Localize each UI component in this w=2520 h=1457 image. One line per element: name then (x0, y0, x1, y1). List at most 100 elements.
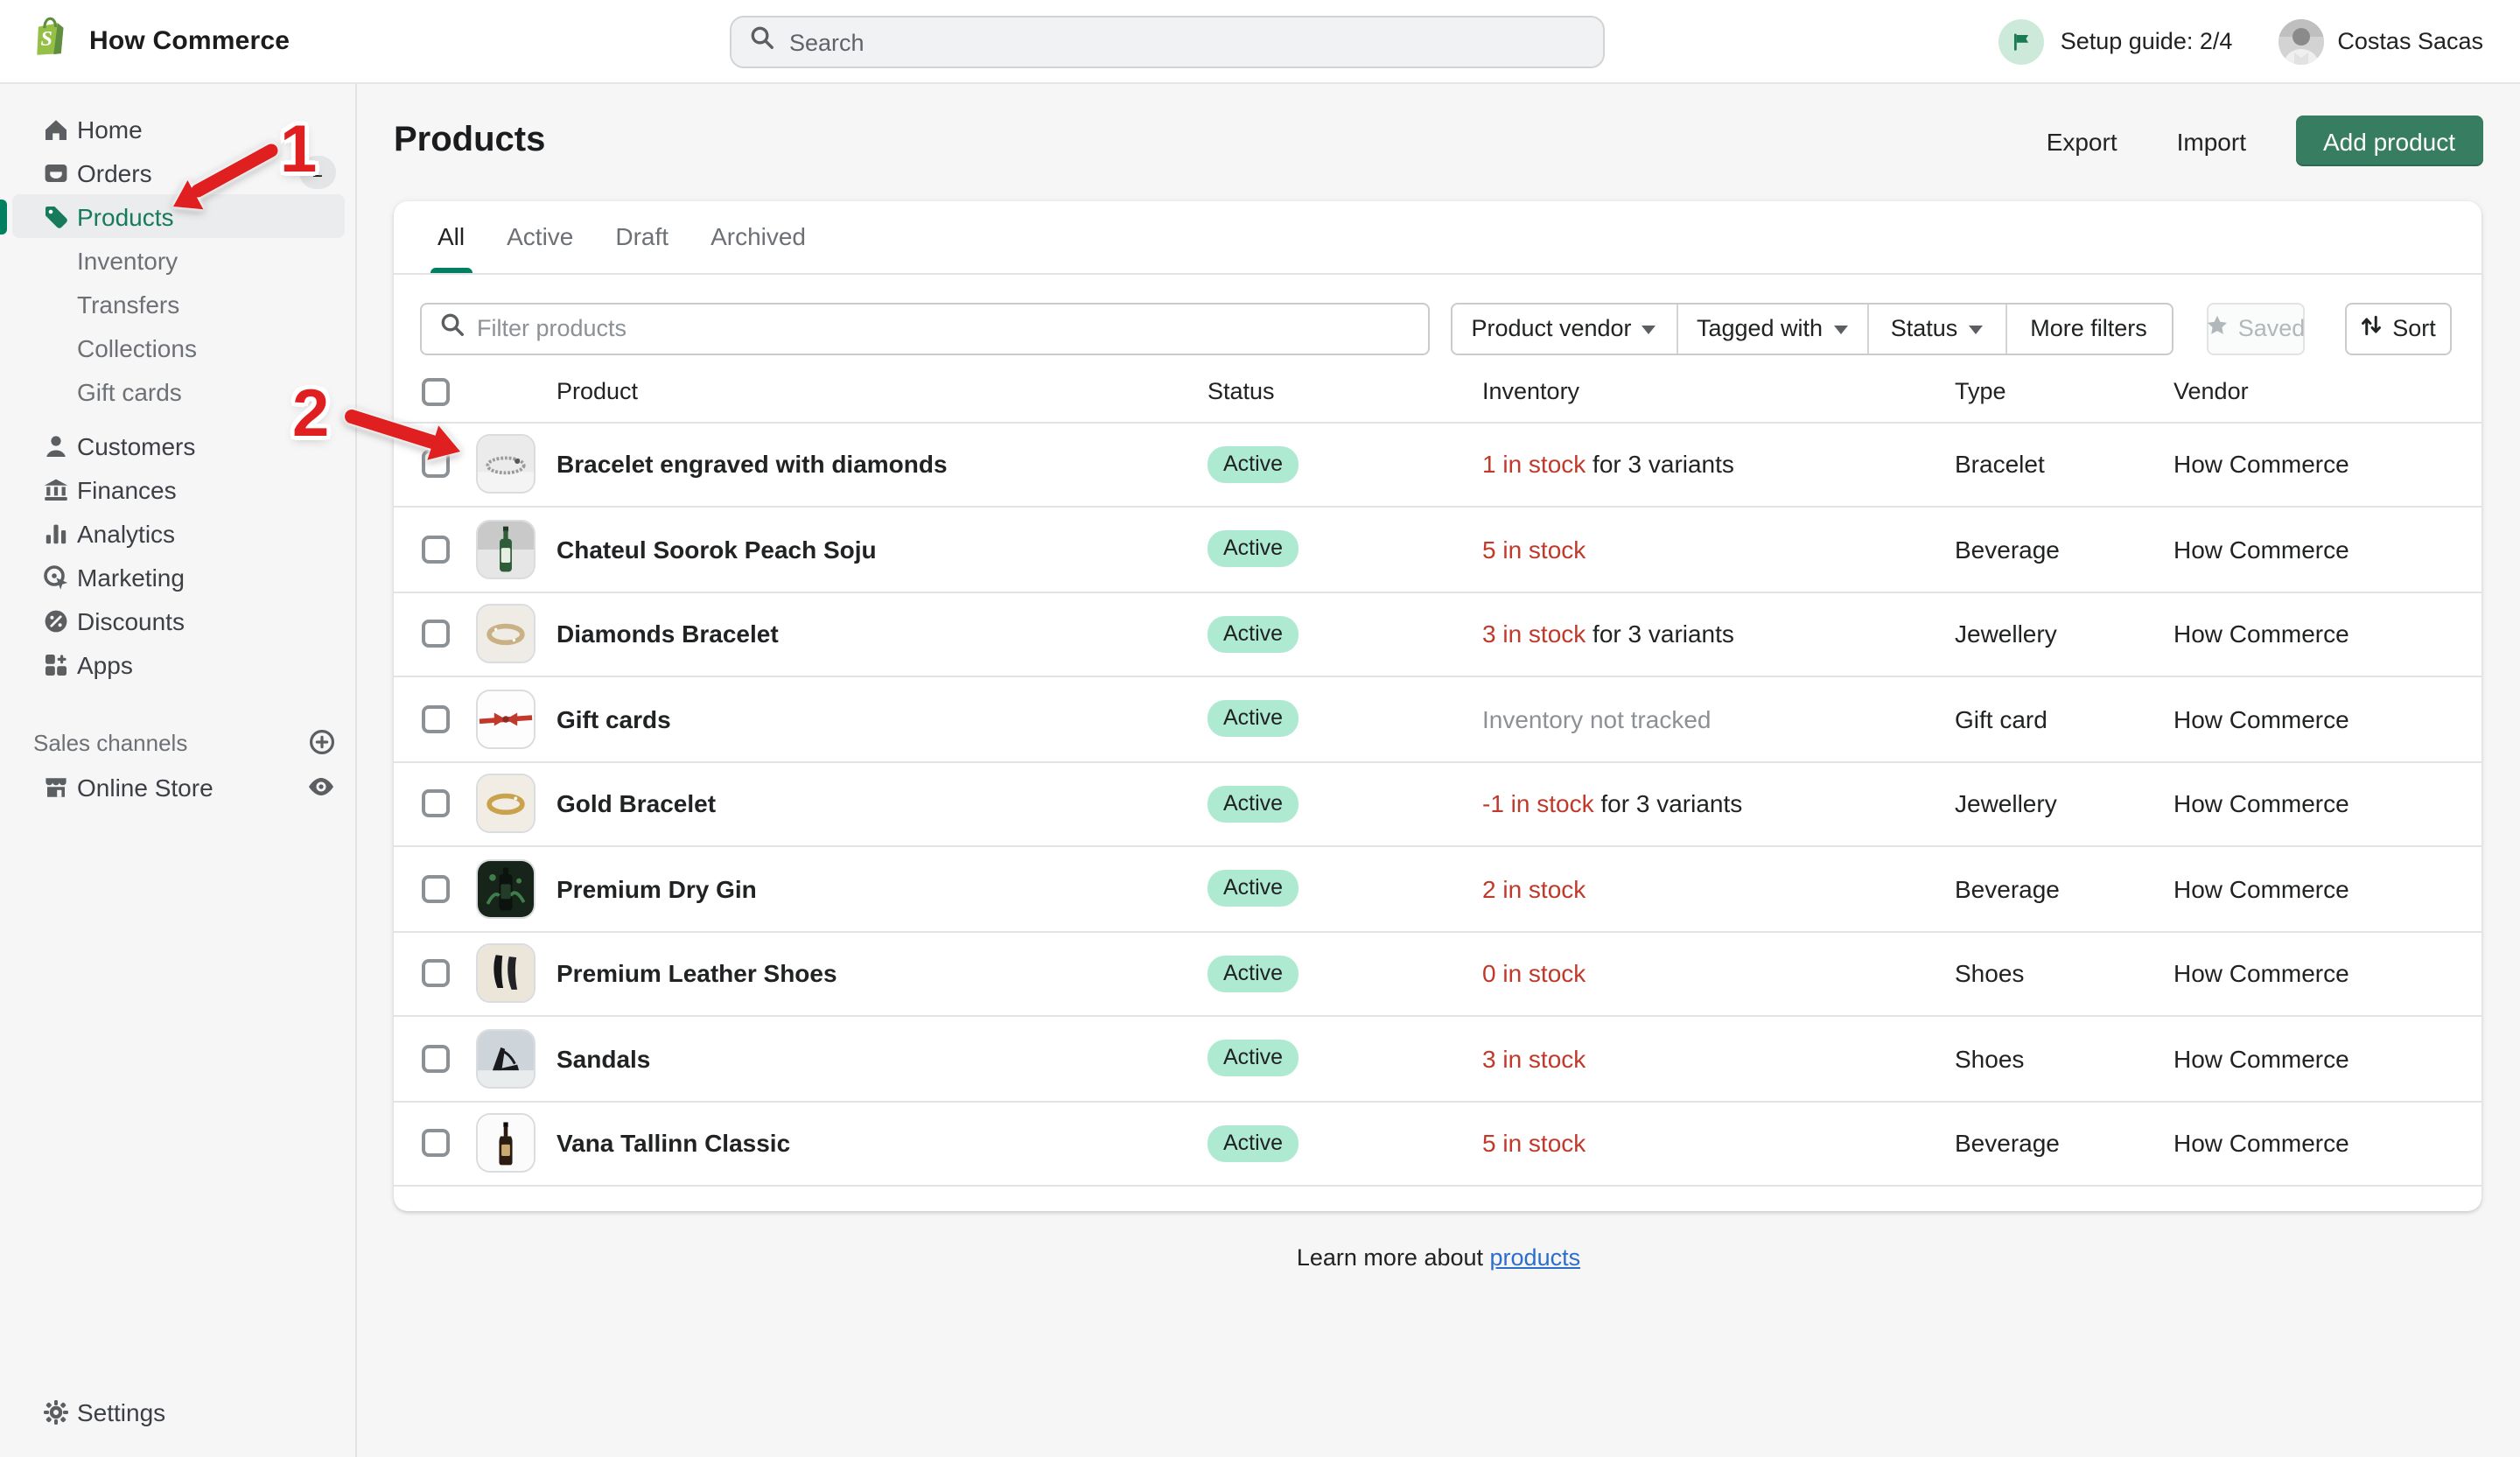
filter-bar: Product vendor Tagged with Status More f… (394, 274, 2482, 361)
sidebar-item-customers[interactable]: Customers (11, 424, 344, 467)
saved-filters-button[interactable]: Saved (2206, 302, 2306, 354)
chevron-down-icon (1968, 325, 1983, 333)
product-vendor: How Commerce (2174, 959, 2349, 988)
svg-text:S: S (41, 26, 52, 50)
chevron-down-icon (1833, 325, 1848, 333)
inventory-detail: for 3 variants (1593, 789, 1743, 818)
status-badge: Active (1208, 700, 1299, 738)
sidebar-item-label: Transfers (77, 290, 180, 318)
product-thumbnail (475, 519, 535, 579)
product-vendor: How Commerce (2174, 1129, 2349, 1158)
sidebar-item-discounts[interactable]: Discounts (11, 599, 344, 642)
inventory-count: 2 in stock (1482, 874, 1586, 903)
marketing-icon (42, 563, 70, 591)
product-thumbnail (475, 1113, 535, 1173)
import-button[interactable]: Import (2160, 116, 2264, 165)
inventory-count: 3 in stock (1482, 1044, 1586, 1073)
export-button[interactable]: Export (2029, 116, 2135, 165)
sidebar-item-marketing[interactable]: Marketing (11, 555, 344, 599)
product-vendor: How Commerce (2174, 450, 2349, 479)
tab-draft[interactable]: Draft (594, 201, 690, 272)
product-type: Shoes (1955, 959, 2025, 988)
row-checkbox[interactable] (422, 1044, 450, 1073)
discount-icon (42, 606, 70, 634)
filter-products-field[interactable] (419, 302, 1429, 354)
sidebar-item-label: Gift cards (77, 377, 182, 405)
tagged-with-filter[interactable]: Tagged with (1677, 304, 1868, 353)
sidebar-item-gift-cards[interactable]: Gift cards (11, 369, 344, 413)
select-all-checkbox[interactable] (422, 377, 450, 405)
status-badge: Active (1208, 785, 1299, 823)
row-checkbox[interactable] (422, 450, 450, 479)
row-checkbox[interactable] (422, 959, 450, 988)
setup-guide-button[interactable]: Setup guide: 2/4 (1998, 18, 2232, 64)
sidebar-nav: Home Orders 1 Products Inventory Transfe… (0, 84, 357, 1457)
sidebar-item-apps[interactable]: Apps (11, 642, 344, 686)
global-search-bar[interactable] (730, 16, 1605, 68)
product-type: Shoes (1955, 1044, 2025, 1073)
row-checkbox[interactable] (422, 789, 450, 818)
sidebar-item-orders[interactable]: Orders 1 (11, 151, 344, 194)
row-checkbox[interactable] (422, 704, 450, 733)
row-checkbox[interactable] (422, 1129, 450, 1158)
more-filters-button[interactable]: More filters (2006, 304, 2171, 353)
sidebar-item-online-store[interactable]: Online Store (11, 765, 344, 809)
table-row[interactable]: Vana Tallinn Classic Active 5 in stock B… (394, 1102, 2482, 1187)
product-name: Bracelet engraved with diamonds (556, 450, 948, 479)
sidebar-item-label: Analytics (77, 519, 176, 547)
avatar (2278, 18, 2324, 64)
table-row[interactable]: Diamonds Bracelet Active 3 in stock for … (394, 592, 2482, 677)
sidebar-item-products[interactable]: Products (0, 194, 344, 238)
products-help-link[interactable]: products (1490, 1243, 1581, 1270)
tab-all[interactable]: All (416, 201, 486, 272)
sidebar-item-label: Online Store (77, 773, 214, 801)
table-row[interactable]: Premium Leather Shoes Active 0 in stock … (394, 932, 2482, 1017)
tab-active[interactable]: Active (486, 201, 594, 272)
home-icon (42, 115, 70, 143)
inventory-detail: for 3 variants (1586, 620, 1734, 648)
table-row[interactable]: Premium Dry Gin Active 2 in stock Bevera… (394, 847, 2482, 932)
store-logo-group[interactable]: S How Commerce (24, 11, 290, 71)
gear-icon (42, 1398, 70, 1426)
sidebar-item-settings[interactable]: Settings (11, 1390, 344, 1434)
eye-icon[interactable] (305, 772, 335, 802)
top-bar: S How Commerce Setup guide: 2/4 (0, 0, 2520, 84)
tab-archived[interactable]: Archived (690, 201, 827, 272)
add-sales-channel-button[interactable] (307, 728, 335, 756)
main-content: Products Export Import Add product All A… (357, 84, 2520, 1457)
table-row[interactable]: Sandals Active 3 in stock Shoes How Comm… (394, 1017, 2482, 1102)
row-checkbox[interactable] (422, 874, 450, 903)
bar-chart-icon (42, 519, 70, 547)
row-checkbox[interactable] (422, 620, 450, 648)
product-vendor-filter[interactable]: Product vendor (1452, 304, 1677, 353)
saved-label: Saved (2237, 315, 2306, 341)
product-vendor-label: Product vendor (1471, 315, 1632, 341)
filter-products-input[interactable] (477, 315, 1410, 341)
table-row[interactable]: Gold Bracelet Active -1 in stock for 3 v… (394, 762, 2482, 847)
table-row[interactable]: Gift cards Active Inventory not tracked … (394, 677, 2482, 762)
product-name: Gift cards (556, 704, 671, 733)
product-name: Gold Bracelet (556, 789, 717, 818)
user-menu[interactable]: Costas Sacas (2278, 18, 2483, 64)
sidebar-item-collections[interactable]: Collections (11, 326, 344, 369)
sidebar-item-analytics[interactable]: Analytics (11, 511, 344, 555)
product-thumbnail (475, 604, 535, 664)
inventory-count: 1 in stock (1482, 450, 1586, 479)
global-search-input[interactable] (789, 29, 1586, 55)
sort-button[interactable]: Sort (2344, 302, 2451, 354)
sidebar-item-inventory[interactable]: Inventory (11, 238, 344, 282)
sidebar-item-finances[interactable]: Finances (11, 467, 344, 511)
status-filter[interactable]: Status (1868, 304, 2006, 353)
sidebar-item-transfers[interactable]: Transfers (11, 282, 344, 326)
product-type: Beverage (1955, 874, 2060, 903)
chevron-down-icon (1642, 325, 1656, 333)
product-thumbnail (475, 434, 535, 494)
table-row[interactable]: Chateul Soorok Peach Soju Active 5 in st… (394, 508, 2482, 592)
sidebar-item-label: Apps (77, 650, 133, 678)
table-row[interactable]: Bracelet engraved with diamonds Active 1… (394, 423, 2482, 508)
add-product-button[interactable]: Add product (2295, 116, 2483, 166)
sidebar-item-home[interactable]: Home (11, 107, 344, 151)
sidebar-item-label: Customers (77, 431, 196, 459)
product-vendor: How Commerce (2174, 535, 2349, 564)
row-checkbox[interactable] (422, 535, 450, 564)
